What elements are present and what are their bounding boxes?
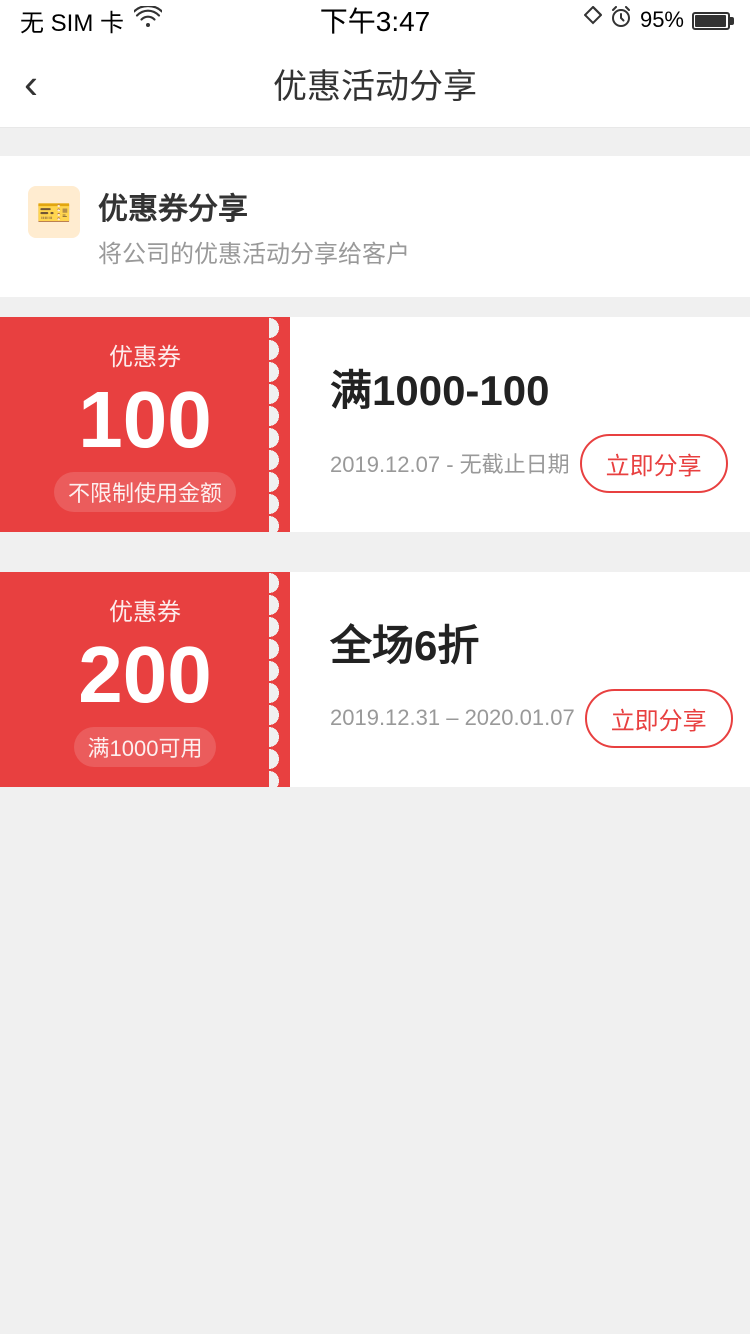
section-header: 🎫 优惠券分享 将公司的优惠活动分享给客户 bbox=[0, 156, 750, 297]
nav-bar: ‹ 优惠活动分享 bbox=[0, 40, 750, 128]
coupon-left: 优惠券 100 不限制使用金额 bbox=[0, 317, 290, 532]
status-time: 下午3:47 bbox=[320, 0, 431, 40]
coupon-amount-1: 100 bbox=[78, 380, 211, 460]
coupon-left-2: 优惠券 200 满1000可用 bbox=[0, 572, 290, 787]
coupon-card: 优惠券 100 不限制使用金额 满1000-100 2019.12.07 - 无… bbox=[0, 317, 750, 532]
back-button[interactable]: ‹ bbox=[24, 63, 38, 105]
status-right: 95% bbox=[584, 6, 730, 34]
coupon-meta-2: 2019.12.31 – 2020.01.07 立即分享 bbox=[330, 689, 722, 748]
status-bar: 无 SIM 卡 下午3:47 95% bbox=[0, 0, 750, 40]
coupon-label-1: 优惠券 bbox=[109, 337, 181, 372]
wifi-icon bbox=[134, 6, 162, 34]
alarm-icon bbox=[610, 6, 632, 34]
coupon-divider bbox=[269, 317, 291, 532]
battery-icon bbox=[692, 7, 730, 33]
coupon-right-2: 全场6折 2019.12.31 – 2020.01.07 立即分享 bbox=[290, 572, 750, 787]
location-icon bbox=[584, 6, 602, 34]
gap1 bbox=[0, 297, 750, 317]
coupon-date-2: 2019.12.31 – 2020.01.07 bbox=[330, 705, 575, 731]
coupon-right: 满1000-100 2019.12.07 - 无截止日期 立即分享 bbox=[290, 317, 750, 532]
coupon-card-2: 优惠券 200 满1000可用 全场6折 2019.12.31 – 2020.0… bbox=[0, 572, 750, 787]
share-button-2[interactable]: 立即分享 bbox=[585, 689, 733, 748]
carrier-text: 无 SIM 卡 bbox=[20, 3, 124, 38]
gap2 bbox=[0, 552, 750, 572]
status-left: 无 SIM 卡 bbox=[20, 3, 162, 38]
coupon-name-2: 全场6折 bbox=[330, 612, 722, 673]
bottom-fill bbox=[0, 807, 750, 1307]
top-spacer bbox=[0, 128, 750, 156]
section-text: 优惠券分享 将公司的优惠活动分享给客户 bbox=[98, 184, 410, 269]
share-button-1[interactable]: 立即分享 bbox=[580, 434, 728, 493]
coupon-label-2: 优惠券 bbox=[109, 592, 181, 627]
section-title: 优惠券分享 bbox=[98, 184, 410, 228]
section-subtitle: 将公司的优惠活动分享给客户 bbox=[98, 234, 410, 269]
coupon-icon: 🎫 bbox=[37, 196, 72, 229]
battery-percentage: 95% bbox=[640, 7, 684, 33]
coupon-meta-1: 2019.12.07 - 无截止日期 立即分享 bbox=[330, 434, 722, 493]
coupon-date-1: 2019.12.07 - 无截止日期 bbox=[330, 447, 570, 479]
section-icon: 🎫 bbox=[28, 186, 80, 238]
coupon-amount-2: 200 bbox=[78, 635, 211, 715]
coupon-name-1: 满1000-100 bbox=[330, 357, 722, 418]
coupon-divider-2 bbox=[269, 572, 291, 787]
page-title: 优惠活动分享 bbox=[273, 59, 477, 108]
coupon-condition-2: 满1000可用 bbox=[74, 727, 217, 767]
coupon-condition-1: 不限制使用金额 bbox=[54, 472, 236, 512]
